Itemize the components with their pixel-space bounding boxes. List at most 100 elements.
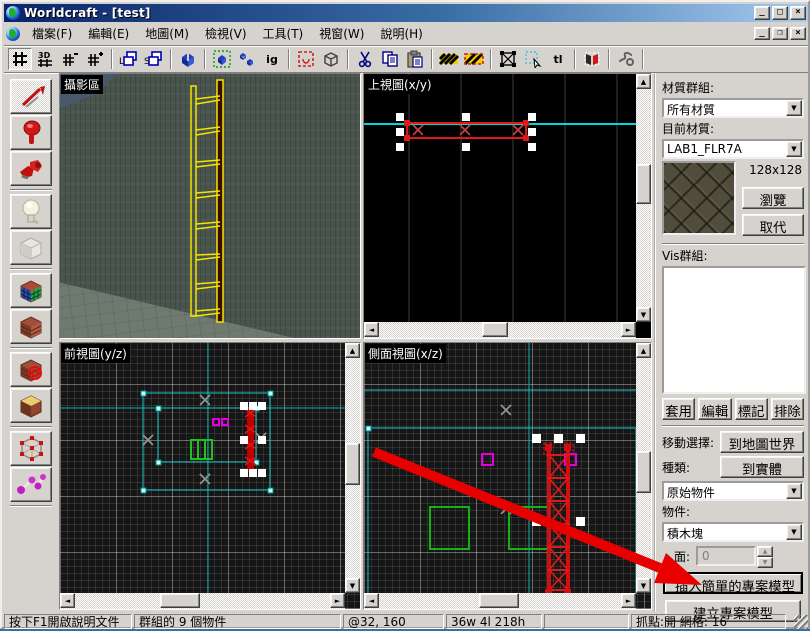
cut-button[interactable] xyxy=(353,48,377,70)
current-material-select[interactable]: LAB1_FLR7A ▼ xyxy=(662,139,804,159)
menu-file[interactable]: 檔案(F) xyxy=(24,22,80,46)
scroll-down-icon[interactable]: ▼ xyxy=(636,578,651,593)
chevron-down-icon[interactable]: ▼ xyxy=(786,524,802,540)
scroll-up-icon[interactable]: ▲ xyxy=(636,343,651,358)
vis-group-list[interactable] xyxy=(662,266,806,394)
run-map-button[interactable] xyxy=(614,48,638,70)
select-touching-button[interactable] xyxy=(521,48,545,70)
mdi-minimize-button[interactable]: _ xyxy=(754,27,770,40)
copy-button[interactable] xyxy=(378,48,402,70)
scroll-down-icon[interactable]: ▼ xyxy=(636,307,651,322)
texture-application-button[interactable]: tl xyxy=(546,48,570,70)
toggle-3d-grid-button[interactable]: 3D xyxy=(33,48,57,70)
scroll-left-icon[interactable]: ◄ xyxy=(60,593,75,608)
group-button[interactable] xyxy=(210,48,234,70)
menu-edit[interactable]: 編輯(E) xyxy=(80,22,137,46)
flip-faces-button[interactable] xyxy=(580,48,604,70)
scroll-up-icon[interactable]: ▲ xyxy=(345,343,360,358)
menu-view[interactable]: 檢視(V) xyxy=(197,22,255,46)
menu-tools[interactable]: 工具(T) xyxy=(255,22,312,46)
spin-down-icon[interactable]: ▼ xyxy=(757,557,774,568)
chevron-down-icon[interactable]: ▼ xyxy=(786,483,802,499)
scroll-thumb[interactable] xyxy=(636,164,651,204)
chevron-down-icon[interactable]: ▼ xyxy=(786,141,802,157)
cordon-edit-icon xyxy=(464,52,484,66)
carve-button[interactable] xyxy=(176,48,200,70)
replace-button[interactable]: 取代 xyxy=(742,214,804,236)
scroll-left-icon[interactable]: ◄ xyxy=(364,593,379,608)
scroll-thumb[interactable] xyxy=(482,322,508,337)
top-view-hscrollbar[interactable]: ◄ ► xyxy=(364,322,636,338)
faces-input[interactable] xyxy=(696,546,757,566)
front-view-hscrollbar[interactable]: ◄ ► xyxy=(60,593,345,609)
ignore-groups-button[interactable]: ig xyxy=(260,48,284,70)
scroll-down-icon[interactable]: ▼ xyxy=(345,578,360,593)
viewport-top[interactable]: 上視圖(x/y) ▲ ▼ ◄ ► xyxy=(363,73,652,339)
category-value: 原始物件 xyxy=(667,486,716,500)
menu-map[interactable]: 地圖(M) xyxy=(137,22,197,46)
side-view-vscrollbar[interactable]: ▲ ▼ xyxy=(636,343,651,593)
scroll-thumb[interactable] xyxy=(160,593,200,608)
vis-exclude-button[interactable]: 排除 xyxy=(770,398,804,420)
scroll-left-icon[interactable]: ◄ xyxy=(364,322,379,337)
mdi-restore-button[interactable]: ❐ xyxy=(772,27,788,40)
side-view-hscrollbar[interactable]: ◄ ► xyxy=(364,593,636,609)
ungroup-button[interactable] xyxy=(235,48,259,70)
viewport-side-label: 側面視圖(x/z) xyxy=(365,344,446,363)
paste-icon xyxy=(407,50,423,68)
current-material-value: LAB1_FLR7A xyxy=(667,142,742,156)
minimize-button[interactable]: _ xyxy=(754,6,770,20)
cordon-edit-button[interactable] xyxy=(462,48,486,70)
close-button[interactable]: × xyxy=(790,6,806,20)
worldcraft-window: Worldcraft - [test] _ □ × 檔案(F) 編輯(E) 地圖… xyxy=(0,0,810,629)
mdi-document-icon[interactable] xyxy=(6,26,20,41)
texture-lock-button[interactable] xyxy=(294,48,318,70)
maximize-button[interactable]: □ xyxy=(772,6,788,20)
vis-mark-button[interactable]: 標記 xyxy=(734,398,768,420)
title-bar[interactable]: Worldcraft - [test] _ □ × xyxy=(4,4,808,22)
hollow-button[interactable] xyxy=(319,48,343,70)
material-group-select[interactable]: 所有材質 ▼ xyxy=(662,98,804,118)
browse-button[interactable]: 瀏覽 xyxy=(742,187,804,209)
mdi-close-button[interactable]: × xyxy=(790,27,806,40)
front-view-vscrollbar[interactable]: ▲ ▼ xyxy=(345,343,360,593)
insert-prefab-button[interactable]: 插入簡單的專案模型 xyxy=(663,572,803,594)
menu-window[interactable]: 視窗(W) xyxy=(311,22,372,46)
vis-apply-button[interactable]: 套用 xyxy=(662,398,696,420)
select-frame-button[interactable] xyxy=(496,48,520,70)
top-view-vscrollbar[interactable]: ▲ ▼ xyxy=(636,74,651,322)
scroll-right-icon[interactable]: ► xyxy=(330,593,345,608)
viewport-3d[interactable]: 攝影區 xyxy=(59,73,361,339)
resize-grip[interactable] xyxy=(794,615,808,629)
viewport-side[interactable]: 側面視圖(x/z) ▲ ▼ ◄ ► xyxy=(363,342,652,610)
scroll-thumb[interactable] xyxy=(636,451,651,493)
scroll-right-icon[interactable]: ► xyxy=(621,593,636,608)
window-title: Worldcraft - [test] xyxy=(24,6,151,20)
spin-up-icon[interactable]: ▲ xyxy=(757,546,774,557)
vis-edit-button[interactable]: 編輯 xyxy=(698,398,732,420)
faces-stepper[interactable]: ▲ ▼ xyxy=(757,546,774,568)
cordon-button[interactable] xyxy=(437,48,461,70)
chevron-down-icon[interactable]: ▼ xyxy=(786,100,802,116)
cascade-large-button[interactable]: L xyxy=(117,48,141,70)
smaller-grid-button[interactable] xyxy=(58,48,82,70)
scroll-right-icon[interactable]: ► xyxy=(621,322,636,337)
viewport-front[interactable]: 前視圖(y/z) ▲ ▼ ◄ ► xyxy=(59,342,361,610)
to-entity-button[interactable]: 到實體 xyxy=(720,456,804,478)
texture-size: 128x128 xyxy=(749,163,802,177)
toggle-grid-button[interactable] xyxy=(8,48,32,70)
category-select[interactable]: 原始物件 ▼ xyxy=(662,481,804,501)
larger-grid-button[interactable] xyxy=(83,48,107,70)
paste-button[interactable] xyxy=(403,48,427,70)
menu-help[interactable]: 說明(H) xyxy=(372,22,430,46)
scroll-thumb[interactable] xyxy=(479,593,519,608)
cascade-small-icon: S xyxy=(144,51,162,67)
object-select[interactable]: 積木塊 ▼ xyxy=(662,522,804,542)
scroll-up-icon[interactable]: ▲ xyxy=(636,74,651,89)
to-world-button[interactable]: 到地圖世界 xyxy=(720,431,804,453)
texture-preview xyxy=(662,161,736,235)
status-empty xyxy=(544,614,629,629)
scroll-thumb[interactable] xyxy=(345,443,360,485)
cascade-small-button[interactable]: S xyxy=(142,48,166,70)
ungroup-icon xyxy=(240,53,253,66)
